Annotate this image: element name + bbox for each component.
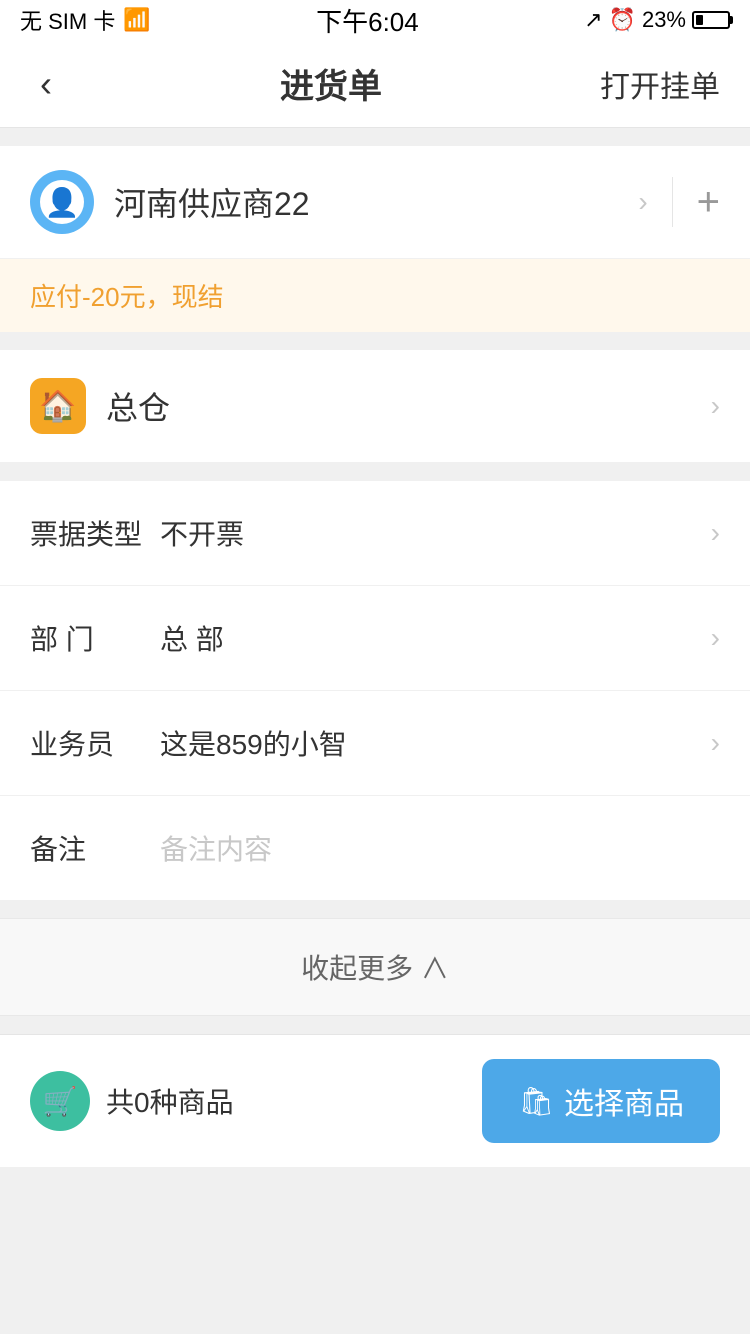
- cart-icon: 🛒: [43, 1085, 78, 1118]
- department-row[interactable]: 部 门 总 部 ›: [0, 586, 750, 691]
- warehouse-name: 总仓: [106, 383, 711, 429]
- warehouse-icon: 🏠: [30, 378, 86, 434]
- back-button[interactable]: ‹: [30, 53, 62, 115]
- remark-input[interactable]: 备注内容: [160, 828, 720, 868]
- supplier-chevron-icon: ›: [638, 186, 647, 218]
- supplier-vertical-divider: [672, 177, 673, 227]
- product-count-area: 🛒 共0种商品: [30, 1071, 234, 1131]
- top-divider: [0, 128, 750, 146]
- status-time: 下午6:04: [316, 2, 419, 39]
- main-content: 👤 河南供应商22 › + 应付-20元，现结 🏠 总仓 › 票据类型 不开票 …: [0, 128, 750, 1334]
- salesperson-row[interactable]: 业务员 这是859的小智 ›: [0, 691, 750, 796]
- salesperson-label: 业务员: [30, 723, 160, 763]
- location-icon: ↗: [584, 7, 602, 33]
- cart-icon-circle: 🛒: [30, 1071, 90, 1131]
- select-product-button[interactable]: 🛍 选择商品: [482, 1059, 720, 1143]
- collapse-row[interactable]: 收起更多 ∧: [0, 918, 750, 1016]
- status-bar: 无 SIM 卡 📶 下午6:04 ↗ ⏰ 23%: [0, 0, 750, 40]
- invoice-type-label: 票据类型: [30, 513, 160, 553]
- select-product-label: 选择商品: [564, 1079, 684, 1123]
- open-pending-button[interactable]: 打开挂单: [600, 62, 720, 106]
- collapse-label: 收起更多 ∧: [301, 947, 449, 987]
- wifi-icon: 📶: [123, 7, 150, 33]
- supplier-name: 河南供应商22: [114, 179, 638, 225]
- warning-text: 应付-20元，现结: [30, 282, 224, 312]
- bottom-bar: 🛒 共0种商品 🛍 选择商品: [0, 1034, 750, 1167]
- supplier-section: 👤 河南供应商22 › +: [0, 146, 750, 259]
- invoice-type-row[interactable]: 票据类型 不开票 ›: [0, 481, 750, 586]
- salesperson-chevron-icon: ›: [711, 727, 720, 759]
- carrier-text: 无 SIM 卡: [20, 4, 115, 36]
- invoice-type-value: 不开票: [160, 513, 711, 553]
- person-icon: 👤: [45, 186, 80, 219]
- invoice-type-chevron-icon: ›: [711, 517, 720, 549]
- battery-percent: 23%: [642, 7, 686, 33]
- page-title: 进货单: [280, 59, 382, 108]
- select-product-icon: 🛍: [518, 1085, 554, 1118]
- nav-bar: ‹ 进货单 打开挂单: [0, 40, 750, 128]
- battery-icon: [692, 11, 730, 29]
- house-icon: 🏠: [39, 389, 76, 424]
- department-chevron-icon: ›: [711, 622, 720, 654]
- alarm-icon: ⏰: [609, 7, 636, 33]
- status-left: 无 SIM 卡 📶: [20, 4, 151, 36]
- status-right: ↗ ⏰ 23%: [584, 7, 730, 33]
- salesperson-value: 这是859的小智: [160, 723, 711, 763]
- remark-row[interactable]: 备注 备注内容: [0, 796, 750, 900]
- warehouse-chevron-icon: ›: [711, 390, 720, 422]
- supplier-avatar: 👤: [30, 170, 94, 234]
- warehouse-section[interactable]: 🏠 总仓 ›: [0, 350, 750, 463]
- add-supplier-button[interactable]: +: [697, 180, 720, 225]
- warning-banner: 应付-20元，现结: [0, 259, 750, 332]
- product-count-text: 共0种商品: [106, 1081, 234, 1121]
- department-label: 部 门: [30, 618, 160, 658]
- remark-label: 备注: [30, 828, 160, 868]
- department-value: 总 部: [160, 618, 711, 658]
- form-section: 票据类型 不开票 › 部 门 总 部 › 业务员 这是859的小智 › 备注 备…: [0, 481, 750, 900]
